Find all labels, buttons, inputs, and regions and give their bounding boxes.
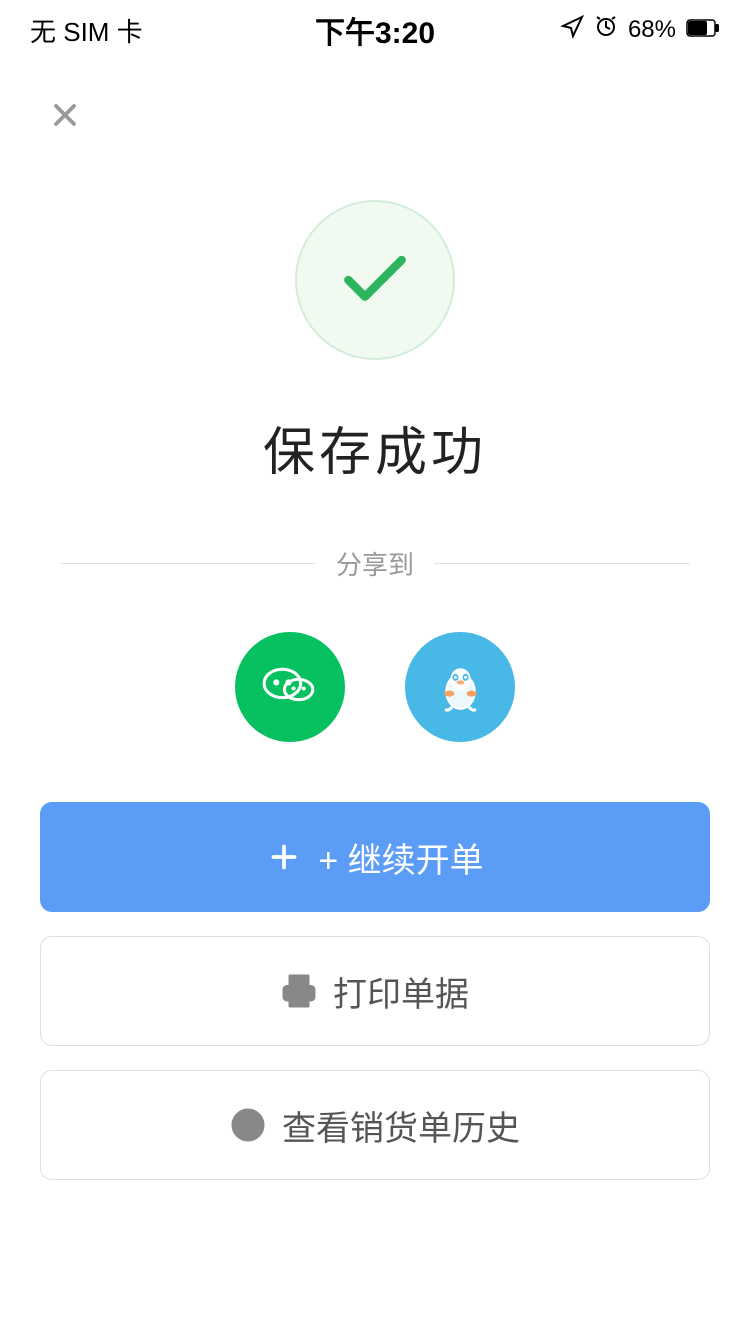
status-time: 下午3:20	[315, 8, 435, 52]
location-icon	[560, 15, 584, 46]
share-label: 分享到	[336, 545, 414, 582]
print-button[interactable]: 打印单据	[40, 936, 710, 1046]
close-area	[0, 60, 750, 140]
qq-share-button[interactable]	[405, 632, 515, 742]
divider-line-left	[60, 563, 316, 564]
history-label: 查看销货单历史	[282, 1101, 520, 1150]
status-left: 无 SIM 卡	[30, 12, 153, 49]
print-label: 打印单据	[333, 967, 469, 1016]
history-button[interactable]: 查看销货单历史	[40, 1070, 710, 1180]
success-title: 保存成功	[263, 410, 487, 485]
share-icons	[235, 632, 515, 742]
status-bar: 无 SIM 卡 下午3:20 68%	[0, 0, 750, 60]
close-button[interactable]	[40, 90, 90, 140]
actions-section: + 继续开单 打印单据 查看销货单历史	[0, 742, 750, 1180]
continue-order-button[interactable]: + 继续开单	[40, 802, 710, 912]
success-section: 保存成功	[0, 140, 750, 485]
battery-icon	[686, 16, 720, 44]
continue-order-label: + 继续开单	[318, 833, 483, 882]
no-sim-text: 无 SIM 卡	[30, 12, 143, 49]
share-section: 分享到	[0, 545, 750, 742]
divider-line-right	[434, 563, 690, 564]
status-right: 68%	[560, 15, 720, 46]
alarm-icon	[594, 15, 618, 46]
wechat-share-button[interactable]	[235, 632, 345, 742]
share-divider: 分享到	[0, 545, 750, 582]
battery-text: 68%	[628, 16, 676, 44]
success-circle	[295, 200, 455, 360]
